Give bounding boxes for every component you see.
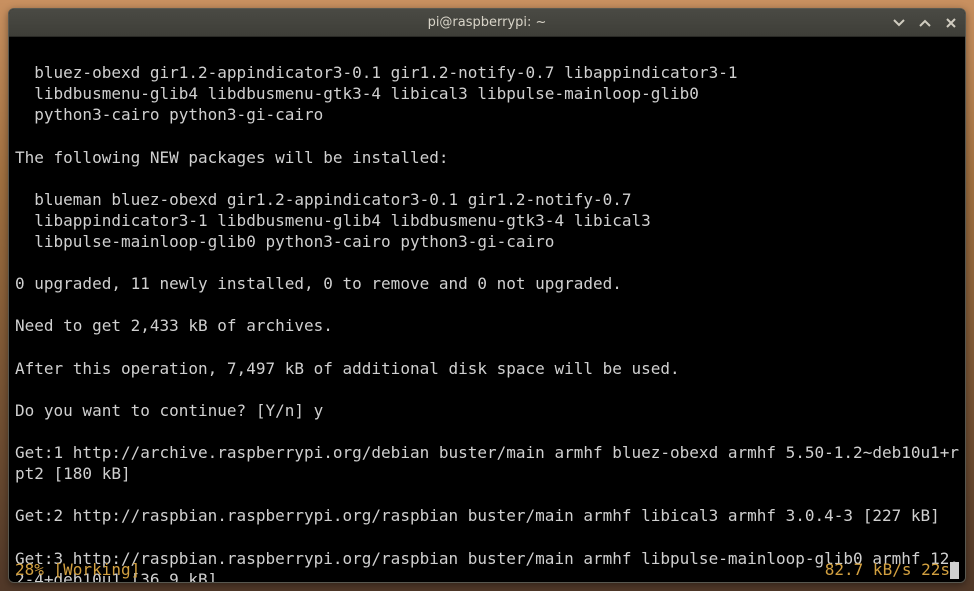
output-line: Need to get 2,433 kB of archives. bbox=[15, 315, 959, 336]
output-line: Get:2 http://raspbian.raspberrypi.org/ra… bbox=[15, 505, 959, 526]
output-line: After this operation, 7,497 kB of additi… bbox=[15, 358, 959, 379]
window-controls bbox=[891, 9, 959, 36]
output-line: Do you want to continue? [Y/n] y bbox=[15, 400, 959, 421]
minimize-icon[interactable] bbox=[891, 15, 907, 31]
output-line: 0 upgraded, 11 newly installed, 0 to rem… bbox=[15, 273, 959, 294]
terminal-window: pi@raspberrypi: ~ bluez-obexd gir1.2-app… bbox=[8, 8, 966, 583]
close-icon[interactable] bbox=[943, 15, 959, 31]
terminal-output[interactable]: bluez-obexd gir1.2-appindicator3-0.1 gir… bbox=[9, 37, 965, 582]
window-title: pi@raspberrypi: ~ bbox=[428, 15, 547, 30]
progress-percent: 28% [Working] bbox=[15, 559, 140, 580]
output-line: bluez-obexd gir1.2-appindicator3-0.1 gir… bbox=[15, 62, 959, 125]
progress-line: 28% [Working] 82.7 kB/s 22s bbox=[15, 559, 959, 580]
output-line: The following NEW packages will be insta… bbox=[15, 147, 959, 168]
maximize-icon[interactable] bbox=[917, 15, 933, 31]
output-line: blueman bluez-obexd gir1.2-appindicator3… bbox=[15, 189, 959, 252]
titlebar[interactable]: pi@raspberrypi: ~ bbox=[9, 9, 965, 37]
progress-speed-eta: 82.7 kB/s 22s bbox=[825, 559, 959, 580]
cursor-block-icon bbox=[950, 562, 959, 579]
output-line: Get:1 http://archive.raspberrypi.org/deb… bbox=[15, 442, 959, 484]
